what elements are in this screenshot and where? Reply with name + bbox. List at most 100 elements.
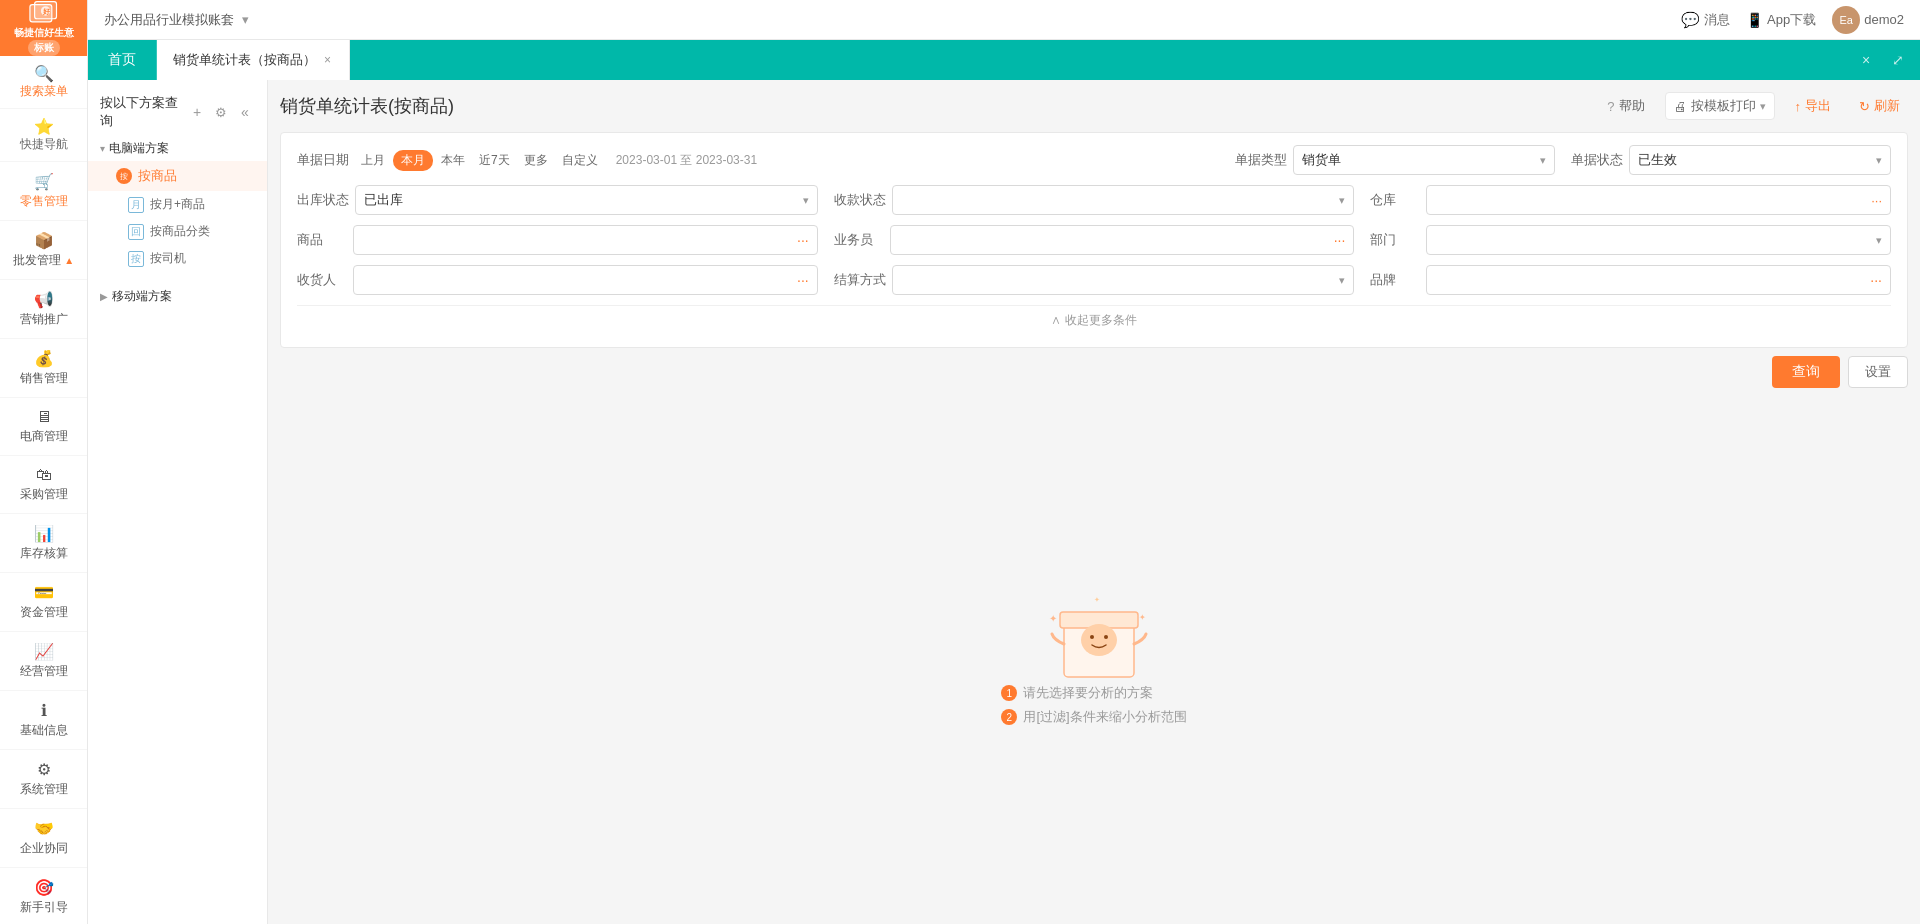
date-btn-7days[interactable]: 近7天 xyxy=(473,150,516,171)
print-btn[interactable]: 🖨 按模板打印 ▾ xyxy=(1665,92,1775,120)
sidebar-item-basic[interactable]: ℹ 基础信息 xyxy=(0,691,87,750)
empty-text-1: 1 请先选择要分析的方案 xyxy=(1001,684,1186,702)
date-range-group: 上月 本月 本年 近7天 更多 自定义 2023-03-01 至 2023-03… xyxy=(355,150,1219,171)
page-wrapper: 按以下方案查询 + ⚙ « ▾ 电脑端方案 按 按商品 月 xyxy=(88,80,1920,924)
sidebar-item-purchase[interactable]: 🛍 采购管理 xyxy=(0,456,87,514)
sidebar-item-finance[interactable]: 💳 资金管理 xyxy=(0,573,87,632)
filter-payment-status: 收款状态 ▾ xyxy=(834,185,1355,215)
finance-label: 资金管理 xyxy=(20,605,68,619)
filter-out-status-label: 出库状态 xyxy=(297,191,349,209)
sidebar-item-sales[interactable]: 💰 销售管理 xyxy=(0,339,87,398)
collapse-label: ∧ 收起更多条件 xyxy=(1051,313,1136,327)
filter-type-value: 销货单 xyxy=(1302,151,1341,169)
message-action[interactable]: 💬 消息 xyxy=(1681,11,1730,29)
filter-receiver-input[interactable]: ··· xyxy=(353,265,818,295)
operation-label: 经营管理 xyxy=(20,664,68,678)
filter-product-label: 商品 xyxy=(297,231,347,249)
sidebar-item-guide[interactable]: 🎯 新手引导 xyxy=(0,868,87,924)
page-header-actions: ? 帮助 🖨 按模板打印 ▾ ↑ 导出 ↻ 刷新 xyxy=(1599,92,1908,120)
sidebar-item-retail[interactable]: 🛒 零售管理 xyxy=(0,162,87,221)
filter-dept-select[interactable]: ▾ xyxy=(1426,225,1891,255)
filter-receiver: 收货人 ··· xyxy=(297,265,818,295)
export-label: 导出 xyxy=(1805,97,1831,115)
tree-item-by-category[interactable]: 回 按商品分类 xyxy=(88,218,267,245)
product-dots-btn[interactable]: ··· xyxy=(797,232,809,248)
sidebar-item-collab[interactable]: 🤝 企业协同 xyxy=(0,809,87,868)
brand-dots-btn[interactable]: ··· xyxy=(1870,272,1882,288)
desktop-group-arrow: ▾ xyxy=(100,143,105,154)
tabbar-actions: × ⤢ xyxy=(1852,46,1920,74)
filter-payment-status-label: 收款状态 xyxy=(834,191,886,209)
message-icon: 💬 xyxy=(1681,11,1700,29)
sidebar: 好 畅捷信好生意 标账 🔍 搜索菜单 ⭐ 快捷导航 🛒 零售管理 📦 批发管理 … xyxy=(0,0,88,924)
sidebar-item-wholesale[interactable]: 📦 批发管理 ▲ xyxy=(0,221,87,280)
salesperson-dots-btn[interactable]: ··· xyxy=(1334,232,1346,248)
filter-product-input[interactable]: ··· xyxy=(353,225,818,255)
filter-brand: 品牌 ··· xyxy=(1370,265,1891,295)
empty-text-1-label: 请先选择要分析的方案 xyxy=(1023,684,1153,702)
date-btn-this-year[interactable]: 本年 xyxy=(435,150,471,171)
tab-close-window-btn[interactable]: × xyxy=(1852,46,1880,74)
topbar-left: 办公用品行业模拟账套 ▾ xyxy=(104,11,249,29)
filter-payment-method-select[interactable]: ▾ xyxy=(892,265,1355,295)
settings-button[interactable]: 设置 xyxy=(1848,356,1908,388)
sidebar-item-marketing[interactable]: 📢 营销推广 xyxy=(0,280,87,339)
panel-settings-btn[interactable]: ⚙ xyxy=(211,102,231,122)
username-label: demo2 xyxy=(1864,12,1904,27)
date-btn-more[interactable]: 更多 xyxy=(518,150,554,171)
warehouse-dots[interactable]: ··· xyxy=(1871,193,1882,208)
filter-brand-input[interactable]: ··· xyxy=(1426,265,1891,295)
empty-text-2-label: 用[过滤]条件来缩小分析范围 xyxy=(1023,708,1186,726)
filter-salesperson: 业务员 ··· xyxy=(834,225,1355,255)
tab-active-sales-stats[interactable]: 销货单统计表（按商品） × xyxy=(157,40,350,80)
filter-type-arrow: ▾ xyxy=(1540,154,1546,167)
tab-close-icon[interactable]: × xyxy=(322,51,333,69)
date-quick-btns: 上月 本月 本年 近7天 更多 自定义 xyxy=(355,150,604,171)
sidebar-item-ecommerce[interactable]: 🖥 电商管理 xyxy=(0,398,87,456)
filter-status-select[interactable]: 已生效 ▾ xyxy=(1629,145,1891,175)
retail-icon: 🛒 xyxy=(4,172,83,191)
receiver-dots-btn[interactable]: ··· xyxy=(797,272,809,288)
sidebar-item-inventory[interactable]: 📊 库存核算 xyxy=(0,514,87,573)
help-btn[interactable]: ? 帮助 xyxy=(1599,93,1652,119)
topbar-dropdown-icon[interactable]: ▾ xyxy=(242,12,249,27)
filter-salesperson-input[interactable]: ··· xyxy=(890,225,1355,255)
tree-item-by-month-product[interactable]: 月 按月+商品 xyxy=(88,191,267,218)
quick-nav-item[interactable]: ⭐ 快捷导航 xyxy=(0,109,87,162)
date-btn-last-month[interactable]: 上月 xyxy=(355,150,391,171)
filter-dept-label: 部门 xyxy=(1370,231,1420,249)
panel-collapse-btn[interactable]: « xyxy=(235,102,255,122)
panel-header-label: 按以下方案查询 xyxy=(100,94,187,130)
date-btn-custom[interactable]: 自定义 xyxy=(556,150,604,171)
panel-add-btn[interactable]: + xyxy=(187,102,207,122)
collapse-bar[interactable]: ∧ 收起更多条件 xyxy=(297,305,1891,335)
phone-icon: 📱 xyxy=(1746,12,1763,28)
date-btn-this-month[interactable]: 本月 xyxy=(393,150,433,171)
filter-payment-method: 结算方式 ▾ xyxy=(834,265,1355,295)
tree-item-by-product[interactable]: 按 按商品 xyxy=(88,161,267,191)
query-button[interactable]: 查询 xyxy=(1772,356,1840,388)
user-action[interactable]: Ea demo2 xyxy=(1832,6,1904,34)
export-btn[interactable]: ↑ 导出 xyxy=(1787,93,1840,119)
tree-item-by-cashier[interactable]: 按 按司机 xyxy=(88,245,267,272)
app-download-action[interactable]: 📱 App下载 xyxy=(1746,11,1816,29)
search-menu-item[interactable]: 🔍 搜索菜单 xyxy=(0,56,87,109)
sidebar-item-operation[interactable]: 📈 经营管理 xyxy=(0,632,87,691)
filter-out-status-select[interactable]: 已出库 ▾ xyxy=(355,185,818,215)
filter-type-select[interactable]: 销货单 ▾ xyxy=(1293,145,1555,175)
ecommerce-label: 电商管理 xyxy=(20,429,68,443)
tree-sub-icon-cashier: 按 xyxy=(128,251,144,267)
refresh-btn[interactable]: ↻ 刷新 xyxy=(1851,93,1908,119)
sidebar-item-system[interactable]: ⚙ 系统管理 xyxy=(0,750,87,809)
tree-sub-icon-category: 回 xyxy=(128,224,144,240)
filter-payment-status-select[interactable]: ▾ xyxy=(892,185,1355,215)
mobile-group-label[interactable]: ▶ 移动端方案 xyxy=(88,284,267,309)
filter-type-label: 单据类型 xyxy=(1235,151,1287,169)
filter-warehouse-select[interactable]: ··· xyxy=(1426,185,1891,215)
panel-header: 按以下方案查询 + ⚙ « xyxy=(88,88,267,136)
tab-home[interactable]: 首页 xyxy=(88,40,157,80)
filter-salesperson-label: 业务员 xyxy=(834,231,884,249)
inventory-label: 库存核算 xyxy=(20,546,68,560)
desktop-group-label[interactable]: ▾ 电脑端方案 xyxy=(88,136,267,161)
tab-expand-btn[interactable]: ⤢ xyxy=(1884,46,1912,74)
